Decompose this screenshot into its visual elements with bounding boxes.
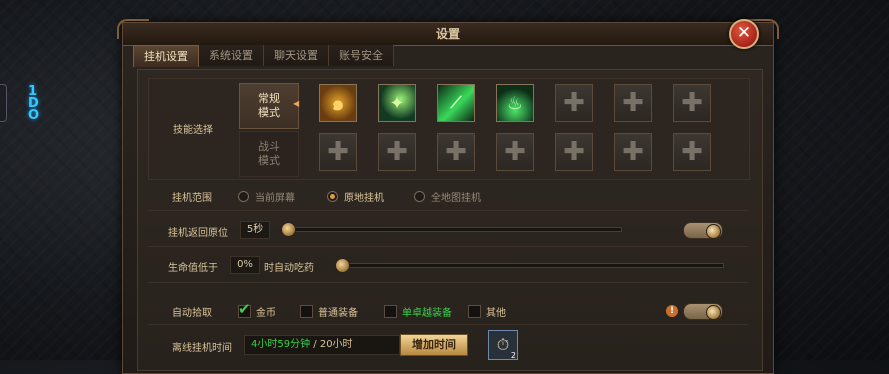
checkbox-icon [384,305,397,318]
auto-pickup-label: 自动拾取 [172,308,212,319]
dialog-title: 设置 [123,23,773,46]
return-position-label: 挂机返回原位 [168,228,228,239]
range-option-label: 当前屏幕 [255,193,295,204]
pickup-option-label: 其他 [486,308,506,319]
return-seconds-field[interactable]: 5秒 [240,221,270,239]
empty-skill-slot-plus-icon[interactable]: ✚ [437,133,475,171]
range-option-whole-map[interactable]: 全地图挂机 [414,189,481,204]
battle-mode-button[interactable]: 战斗 模式 [239,131,299,177]
pickup-normal-equipment-checkbox[interactable]: 普通装备 [300,304,358,319]
pickup-excellent-equipment-checkbox[interactable]: 单卓越装备 [384,304,452,319]
empty-skill-slot-plus-icon[interactable]: ✚ [614,84,652,122]
skill-selection-label: 技能选择 [173,125,213,136]
auto-settings-panel: 技能选择 常规 模式 ◀ 战斗 模式 ๑ ✦ ⟋ ♨ ✚ ✚ ✚ ✚ ✚ ✚ ✚… [137,69,763,371]
skill-green-beam-icon[interactable]: ⟋ [437,84,475,122]
pickup-option-label: 普通装备 [318,308,358,319]
divider [148,210,748,211]
offline-time-display: 4小时59分钟 / 20小时 [244,335,400,355]
offline-total: 20小时 [319,339,353,350]
empty-skill-slot-plus-icon[interactable]: ✚ [496,133,534,171]
range-option-current-screen[interactable]: 当前屏幕 [238,189,295,204]
normal-mode-button[interactable]: 常规 模式 [239,83,299,129]
close-icon[interactable]: ✕ [729,19,759,49]
skill-selection-panel: 技能选择 常规 模式 ◀ 战斗 模式 ๑ ✦ ⟋ ♨ ✚ ✚ ✚ ✚ ✚ ✚ ✚… [148,78,750,180]
item-count: 2 [510,351,516,360]
pickup-option-label: 金币 [256,308,276,319]
empty-skill-slot-plus-icon[interactable]: ✚ [319,133,357,171]
tab-system-settings[interactable]: 系统设置 [199,45,264,66]
side-panel-handle[interactable] [0,84,7,122]
radio-icon [238,191,249,202]
pickup-toggle[interactable] [683,303,723,320]
skill-green-orb-icon[interactable]: ✦ [378,84,416,122]
hp-slider-track[interactable] [344,263,724,268]
empty-skill-slot-plus-icon[interactable]: ✚ [614,133,652,171]
return-slider-handle[interactable] [281,222,296,237]
range-option-label: 全地图挂机 [431,193,481,204]
offline-time-label: 离线挂机时间 [172,343,232,354]
toggle-knob [706,305,721,320]
hp-auto-potion-label: 时自动吃药 [264,263,314,274]
tab-bar: 挂机设置 系统设置 聊天设置 账号安全 [133,45,394,67]
empty-skill-slot-plus-icon[interactable]: ✚ [673,84,711,122]
hp-slider-handle[interactable] [335,258,350,273]
return-slider-track[interactable] [290,227,622,232]
skill-gold-swirl-icon[interactable]: ๑ [319,84,357,122]
offline-remaining: 4小时59分钟 [251,339,311,350]
stopwatch-icon: ⏱ [496,335,510,354]
radio-selected-icon [327,191,338,202]
divider [148,324,748,325]
empty-skill-slot-plus-icon[interactable]: ✚ [378,133,416,171]
hp-threshold-label: 生命值低于 [168,263,218,274]
empty-skill-slot-plus-icon[interactable]: ✚ [673,133,711,171]
range-option-label: 原地挂机 [344,193,384,204]
tab-chat-settings[interactable]: 聊天设置 [264,45,329,66]
range-option-in-place[interactable]: 原地挂机 [327,189,384,204]
skill-green-flame-icon[interactable]: ♨ [496,84,534,122]
offline-separator: / [310,339,320,350]
mode-indicator-icon: ◀ [293,99,300,108]
empty-skill-slot-plus-icon[interactable]: ✚ [555,133,593,171]
toggle-knob [706,224,721,239]
checkbox-checked-icon [238,300,251,318]
settings-dialog: 设置 ✕ 挂机设置 系统设置 聊天设置 账号安全 技能选择 常规 模式 ◀ 战斗… [117,19,779,374]
tab-account-security[interactable]: 账号安全 [329,45,394,66]
pickup-gold-checkbox[interactable]: 金币 [238,300,276,319]
range-label: 挂机范围 [172,193,212,204]
tab-auto-settings[interactable]: 挂机设置 [133,45,199,67]
radio-icon [414,191,425,202]
divider [148,282,748,283]
offline-time-item-slot[interactable]: ⏱ 2 [488,330,518,360]
info-warning-icon[interactable]: ! [666,305,678,317]
add-time-button[interactable]: 增加时间 [400,334,468,356]
side-logo-icon[interactable]: 1DO [28,85,50,126]
checkbox-icon [300,305,313,318]
pickup-other-checkbox[interactable]: 其他 [468,304,506,319]
return-toggle[interactable] [683,222,723,239]
divider [148,246,748,247]
pickup-option-label: 单卓越装备 [402,308,452,319]
hp-threshold-field[interactable]: 0% [230,256,260,274]
empty-skill-slot-plus-icon[interactable]: ✚ [555,84,593,122]
checkbox-icon [468,305,481,318]
